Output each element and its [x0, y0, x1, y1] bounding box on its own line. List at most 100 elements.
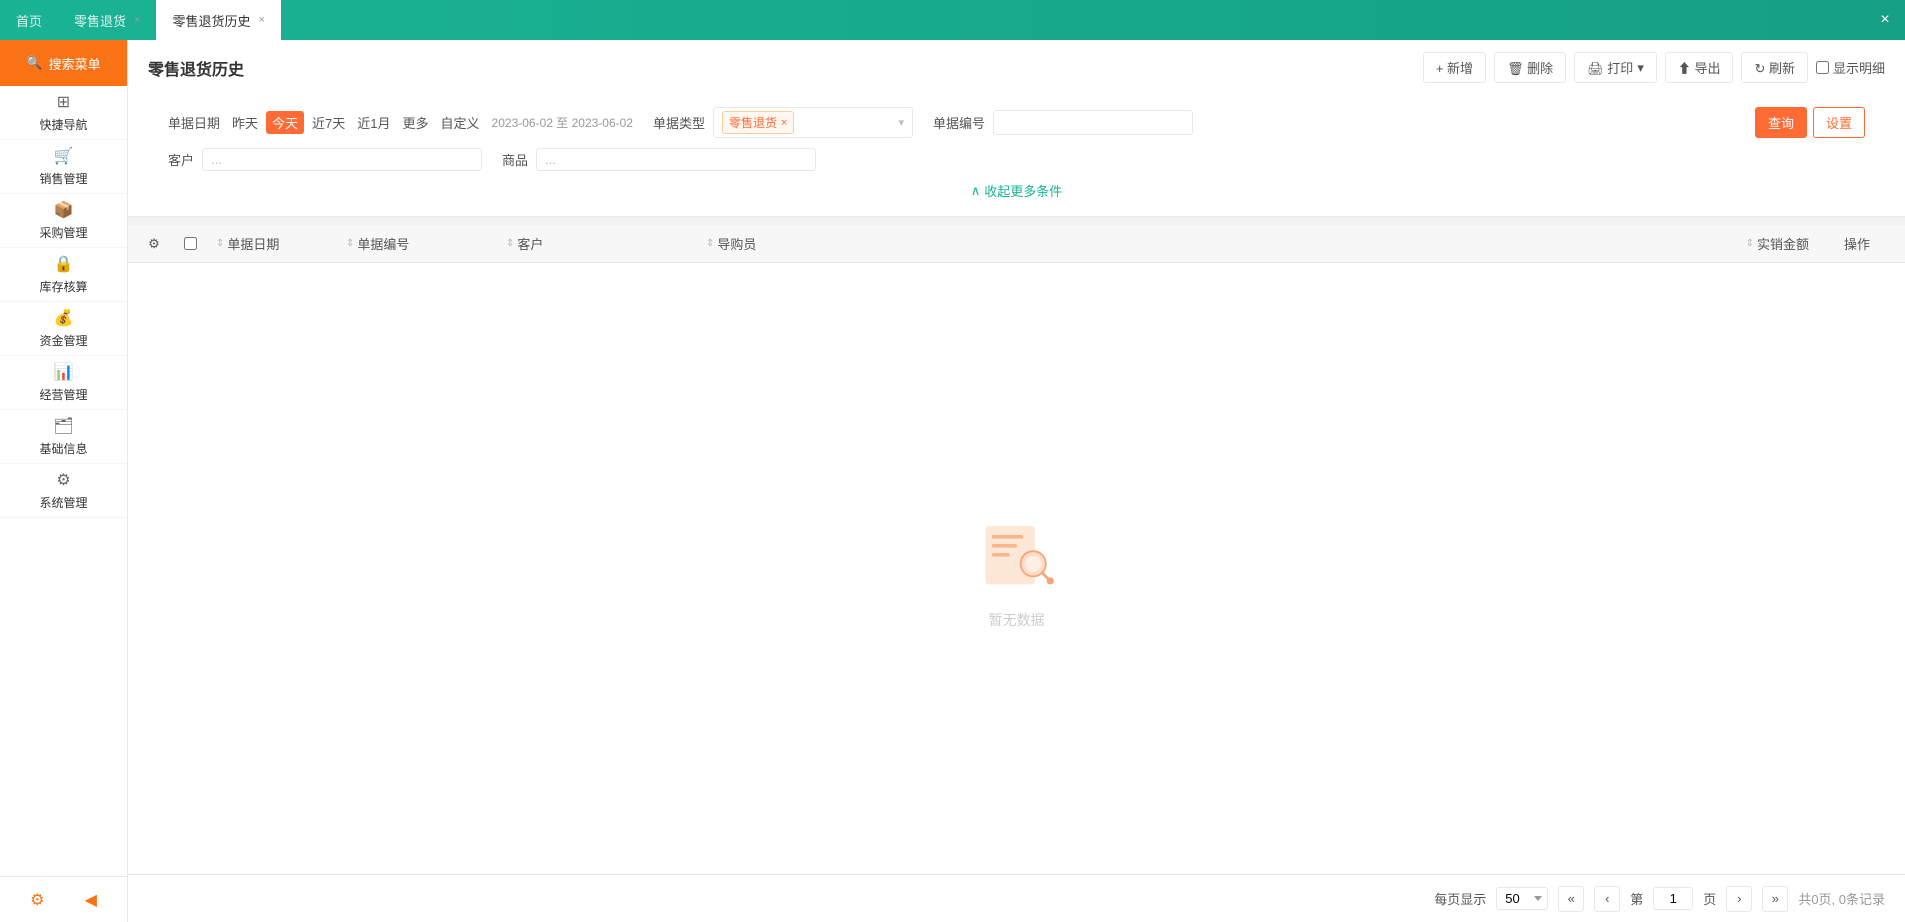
filter-row-1: 单据日期 昨天 今天 近7天 近1月 更多 自定义 2023-06-02 至 2…: [168, 107, 1865, 138]
inventory-icon: 🔒: [54, 254, 74, 274]
th-guide-sort-icon: ⇕: [706, 238, 714, 249]
select-all-checkbox[interactable]: [184, 237, 197, 250]
table-footer: 每页显示 50 10 20 100 « ‹ 第 页 › » 共0页, 0条记录: [128, 874, 1905, 922]
sidebar-item-purchase-mgmt[interactable]: 📦 采购管理: [0, 194, 127, 248]
th-no-label: 单据编号: [357, 234, 409, 253]
goods-label: 商品: [502, 150, 528, 169]
th-check[interactable]: [172, 237, 208, 250]
sales-mgmt-label: 销售管理: [39, 170, 87, 187]
th-date[interactable]: ⇕ 单据日期: [208, 234, 338, 253]
table-area: ⚙ ⇕ 单据日期 ⇕ 单据编号 ⇕ 客户 ⇕: [128, 225, 1905, 922]
window-close-button[interactable]: ×: [1865, 0, 1905, 40]
settings-col-icon: ⚙: [148, 236, 160, 252]
tab-home[interactable]: 首页: [0, 0, 58, 40]
empty-state-icon: [972, 508, 1062, 598]
collapse-label: 收起更多条件: [984, 181, 1062, 200]
top-bar: 首页 零售退货 × 零售退货历史 × ×: [0, 0, 1905, 40]
sidebar-item-system[interactable]: ⚙ 系统管理: [0, 464, 127, 518]
page-title-row: 零售退货历史 + 新增 🗑 删除 🖨 打印 ▾ ⬆ 导出: [148, 52, 1885, 83]
page-di-label: 第: [1630, 889, 1643, 908]
sales-mgmt-icon: 🛒: [54, 146, 74, 166]
th-amount-label: 实销金额: [1757, 234, 1809, 253]
search-menu-label: 搜索菜单: [49, 54, 101, 73]
goods-input-wrapper[interactable]: ...: [536, 148, 816, 171]
show-detail-toggle[interactable]: 显示明细: [1816, 58, 1885, 77]
doc-number-label: 单据编号: [933, 113, 985, 132]
tab-retail-return-label: 零售退货: [74, 11, 126, 30]
export-button[interactable]: ⬆ 导出: [1665, 52, 1734, 83]
sidebar-item-quick-nav[interactable]: ⊞ 快捷导航: [0, 86, 127, 140]
print-button[interactable]: 🖨 打印 ▾: [1574, 52, 1657, 83]
date-custom[interactable]: 自定义: [437, 111, 484, 134]
th-customer[interactable]: ⇕ 客户: [498, 234, 698, 253]
th-action: 操作: [1817, 234, 1897, 253]
date-yesterday[interactable]: 昨天: [228, 111, 262, 134]
collapse-filter-button[interactable]: ∧ 收起更多条件: [971, 181, 1063, 200]
page-total-info: 共0页, 0条记录: [1798, 889, 1885, 908]
settings-label: 设置: [1826, 113, 1852, 132]
main-content: 零售退货历史 + 新增 🗑 删除 🖨 打印 ▾ ⬆ 导出: [128, 40, 1905, 922]
customer-input-wrapper[interactable]: ...: [202, 148, 482, 171]
sidebar-settings-button[interactable]: ⚙: [30, 890, 44, 910]
refresh-button[interactable]: ↻ 刷新: [1741, 52, 1808, 83]
delete-button[interactable]: 🗑 删除: [1494, 52, 1566, 83]
th-no[interactable]: ⇕ 单据编号: [338, 234, 498, 253]
sidebar-item-basic-info[interactable]: 🗂 基础信息: [0, 410, 127, 464]
page-next-button[interactable]: ›: [1726, 886, 1752, 912]
th-date-sort-icon: ⇕: [216, 238, 224, 249]
sidebar: 🔍 搜索菜单 ⊞ 快捷导航 🛒 销售管理 📦 采购管理 🔒 库存核算 💰: [0, 40, 128, 922]
type-tag-text: 零售退货: [729, 114, 777, 131]
tab-retail-return-close[interactable]: ×: [134, 14, 140, 26]
th-guide[interactable]: ⇕ 导购员: [698, 234, 848, 253]
page-number-input[interactable]: [1653, 887, 1693, 910]
type-tag-close[interactable]: ×: [781, 117, 787, 129]
sidebar-item-inventory[interactable]: 🔒 库存核算: [0, 248, 127, 302]
type-select-wrapper[interactable]: 零售退货 × ▾: [713, 107, 913, 138]
tab-retail-return-history-close[interactable]: ×: [258, 14, 264, 26]
doc-number-input[interactable]: [993, 110, 1193, 135]
tab-retail-return-history[interactable]: 零售退货历史 ×: [156, 0, 280, 40]
empty-text: 暂无数据: [989, 610, 1045, 630]
type-select-arrow: ▾: [898, 116, 904, 129]
sidebar-item-sales-mgmt[interactable]: 🛒 销售管理: [0, 140, 127, 194]
page-size-select[interactable]: 50 10 20 100: [1496, 887, 1548, 910]
sidebar-item-finance[interactable]: 💰 资金管理: [0, 302, 127, 356]
doc-number-filter: 单据编号: [933, 110, 1193, 135]
page-last-button[interactable]: »: [1762, 886, 1788, 912]
th-customer-label: 客户: [517, 234, 543, 253]
settings-button[interactable]: 设置: [1813, 107, 1865, 138]
type-filter-label: 单据类型: [653, 113, 705, 132]
th-settings[interactable]: ⚙: [136, 236, 172, 252]
page-prev-button[interactable]: ‹: [1594, 886, 1620, 912]
sidebar-collapse-button[interactable]: ◀: [85, 890, 97, 910]
customer-label: 客户: [168, 150, 194, 169]
ops-label: 经营管理: [39, 386, 87, 403]
date-filter-label: 单据日期: [168, 113, 220, 132]
show-detail-checkbox-input[interactable]: [1816, 61, 1829, 74]
customer-placeholder: ...: [211, 152, 222, 167]
tab-retail-return-history-label: 零售退货历史: [172, 11, 250, 30]
th-customer-sort-icon: ⇕: [506, 238, 514, 249]
query-button[interactable]: 查询: [1755, 107, 1807, 138]
search-menu-button[interactable]: 🔍 搜索菜单: [0, 40, 127, 86]
date-more[interactable]: 更多: [399, 111, 433, 134]
th-date-label: 单据日期: [227, 234, 279, 253]
sidebar-nav: ⊞ 快捷导航 🛒 销售管理 📦 采购管理 🔒 库存核算 💰 资金管理 📊: [0, 86, 127, 876]
add-label: + 新增: [1436, 58, 1473, 77]
quick-nav-icon: ⊞: [57, 92, 70, 112]
goods-placeholder: ...: [545, 152, 556, 167]
sidebar-item-ops[interactable]: 📊 经营管理: [0, 356, 127, 410]
add-button[interactable]: + 新增: [1423, 52, 1486, 83]
date-last7[interactable]: 近7天: [308, 111, 349, 134]
refresh-label: ↻ 刷新: [1754, 58, 1795, 77]
main-layout: 🔍 搜索菜单 ⊞ 快捷导航 🛒 销售管理 📦 采购管理 🔒 库存核算 💰: [0, 40, 1905, 922]
date-last-month[interactable]: 近1月: [353, 111, 394, 134]
tab-retail-return[interactable]: 零售退货 ×: [58, 0, 156, 40]
customer-filter: 客户 ...: [168, 148, 482, 171]
print-label: 🖨 打印: [1587, 58, 1633, 77]
th-amount[interactable]: ⇕ 实销金额: [1697, 234, 1817, 253]
search-icon: 🔍: [26, 55, 42, 71]
page-first-button[interactable]: «: [1558, 886, 1584, 912]
date-today[interactable]: 今天: [266, 111, 304, 134]
collapse-icon: ∧: [971, 183, 981, 199]
